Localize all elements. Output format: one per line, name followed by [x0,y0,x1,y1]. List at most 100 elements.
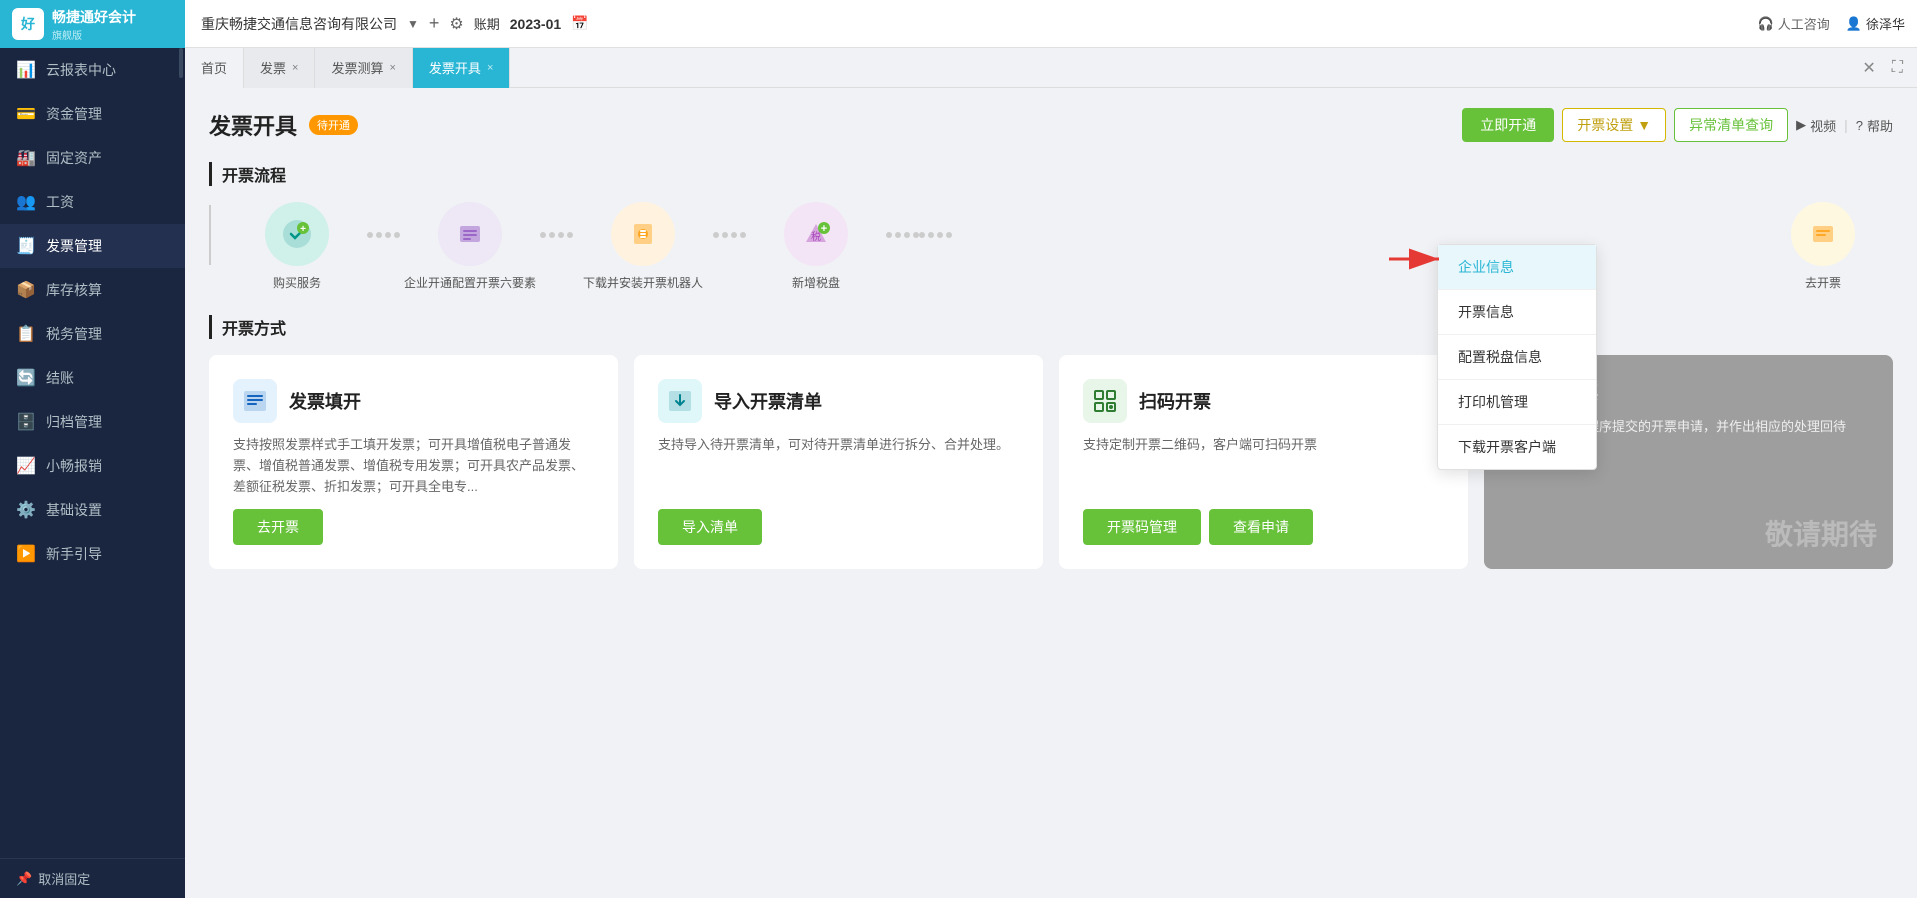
fill-go-button[interactable]: 去开票 [233,509,323,545]
sidebar-item-label: 库存核算 [46,280,102,300]
sidebar-item-label: 固定资产 [46,148,102,168]
headset-icon: 🎧 [1758,16,1774,32]
page-title: 发票开具 [209,109,297,141]
method-fill-title: 发票填开 [289,388,361,414]
calendar-icon[interactable]: 📅 [571,15,588,32]
sidebar-item-fixed-assets[interactable]: 🏭 固定资产 [0,136,185,180]
dropdown-invoice-info[interactable]: 开票信息 [1438,290,1596,335]
tab-invoice-open-close[interactable]: × [487,62,493,74]
flow-step-buy-label: 购买服务 [273,274,321,291]
logo-title: 畅捷通好会计 [52,7,136,27]
status-badge: 待开通 [309,115,358,135]
sidebar-nav: 📊 云报表中心 💳 资金管理 🏭 固定资产 👥 工资 🧾 发票管理 📦 [0,48,185,858]
logo-sub: 旗舰版 [52,27,136,42]
method-import: 导入开票清单 支持导入待开票清单，可对待开票清单进行拆分、合并处理。 导入清单 [634,355,1043,569]
red-arrow-indicator [1389,244,1449,281]
tab-invoice-test-close[interactable]: × [389,62,395,74]
expand-window-button[interactable]: ⛶ [1888,55,1907,81]
page-content: 发票开具 待开通 立即开通 开票设置 ▼ 异常清单查询 ▶ 视频 | ? [185,88,1917,898]
sidebar-item-report-sales[interactable]: 📈 小畅报销 [0,444,185,488]
flow-step-configure: 企业开通配置开票六要素 [400,202,540,291]
fixed-assets-icon: 🏭 [16,148,36,168]
tab-invoice-close[interactable]: × [292,62,298,74]
view-apply-button[interactable]: 查看申请 [1209,509,1313,545]
svg-text:+: + [821,223,827,235]
settings-button[interactable]: 开票设置 ▼ [1562,108,1666,142]
company-dropdown-icon[interactable]: ▼ [407,17,419,31]
service-button[interactable]: 🎧 人工咨询 [1758,14,1830,33]
settlement-icon: 🔄 [16,368,36,388]
close-window-button[interactable]: ✕ [1858,54,1879,82]
sidebar-item-invoice[interactable]: 🧾 发票管理 [0,224,185,268]
user-avatar-icon: 👤 [1846,16,1862,32]
sidebar-item-label: 工资 [46,192,74,212]
sidebar-item-label: 结账 [46,368,74,388]
svg-text:+: + [300,224,306,235]
fill-icon [233,379,277,423]
sidebar-item-label: 小畅报销 [46,456,102,476]
scan-code-button[interactable]: 开票码管理 [1083,509,1201,545]
methods-section-title: 开票方式 [209,315,1893,339]
header-right: 🎧 人工咨询 👤 徐泽华 [1758,14,1905,33]
method-fill-header: 发票填开 [233,379,594,423]
methods-section: 开票方式 [209,315,1893,569]
tab-invoice-open[interactable]: 发票开具 × [413,48,510,88]
sidebar-item-fund[interactable]: 💳 资金管理 [0,92,185,136]
dropdown-company-info[interactable]: 企业信息 [1438,245,1596,290]
help-button[interactable]: ? 帮助 [1856,116,1893,135]
flow-step-configure-label: 企业开通配置开票六要素 [404,274,536,291]
flow-step-download-label: 下载并安装开票机器人 [583,274,703,291]
dropdown-download-client[interactable]: 下载开票客户端 [1438,425,1596,469]
configure-icon [438,202,502,266]
flow-step-open-invoice: 去开票 [1753,202,1893,291]
sidebar-item-cloud-report[interactable]: 📊 云报表中心 [0,48,185,92]
dropdown-tax-config[interactable]: 配置税盘信息 [1438,335,1596,380]
sidebar-item-settlement[interactable]: 🔄 结账 [0,356,185,400]
basic-icon: ⚙️ [16,500,36,520]
sidebar-item-tax[interactable]: 📋 税务管理 [0,312,185,356]
methods-row: 发票填开 支持按照发票样式手工填开发票；可开具增值税电子普通发票、增值税普通发票… [209,355,1893,569]
user-button[interactable]: 👤 徐泽华 [1846,14,1905,33]
tax-icon: 📋 [16,324,36,344]
method-import-header: 导入开票清单 [658,379,1019,423]
report-sales-icon: 📈 [16,456,36,476]
sidebar-item-inventory[interactable]: 📦 库存核算 [0,268,185,312]
import-icon [658,379,702,423]
scan-icon [1083,379,1127,423]
play-icon: ▶ [1796,117,1806,133]
flow-section-title: 开票流程 [209,162,1893,186]
guide-icon: ▶️ [16,544,36,564]
flow-step-add-tax-label: 新增税盘 [792,274,840,291]
abnormal-button[interactable]: 异常清单查询 [1674,108,1788,142]
sidebar-item-basic[interactable]: ⚙️ 基础设置 [0,488,185,532]
method-import-desc: 支持导入待开票清单，可对待开票清单进行拆分、合并处理。 [658,435,1019,456]
scan-buttons: 开票码管理 查看申请 [1083,509,1444,545]
sidebar-item-label: 新手引导 [46,544,102,564]
dropdown-printer[interactable]: 打印机管理 [1438,380,1596,425]
buy-icon: + [265,202,329,266]
sidebar-item-label: 资金管理 [46,104,102,124]
tab-invoice-test[interactable]: 发票测算 × [315,48,412,88]
archive-icon: 🗄️ [16,412,36,432]
sidebar-item-archive[interactable]: 🗄️ 归档管理 [0,400,185,444]
video-button[interactable]: ▶ 视频 [1796,116,1836,135]
method-scan: 扫码开票 支持定制开票二维码，客户端可扫码开票 开票码管理 查看申请 [1059,355,1468,569]
flow-dots-2 [540,232,573,238]
import-button[interactable]: 导入清单 [658,509,762,545]
flow-dots-3 [713,232,746,238]
open-invoice-icon [1791,202,1855,266]
activate-button[interactable]: 立即开通 [1462,108,1554,142]
tab-invoice[interactable]: 发票 × [244,48,315,88]
logo-icon: 好 [12,8,44,40]
sidebar-unpin[interactable]: 📌 取消固定 [0,858,185,898]
tab-bar: 首页 发票 × 发票测算 × 发票开具 × ✕ ⛶ [185,48,1917,88]
pin-icon: 📌 [16,871,32,887]
method-scan-header: 扫码开票 [1083,379,1444,423]
add-company-button[interactable]: + [429,13,440,34]
add-tax-icon: 税 + [784,202,848,266]
sidebar-item-salary[interactable]: 👥 工资 [0,180,185,224]
tab-controls: ✕ ⛶ [1858,54,1917,82]
settings-icon[interactable]: ⚙ [449,14,463,34]
tab-home[interactable]: 首页 [185,48,244,88]
sidebar-item-guide[interactable]: ▶️ 新手引导 [0,532,185,576]
